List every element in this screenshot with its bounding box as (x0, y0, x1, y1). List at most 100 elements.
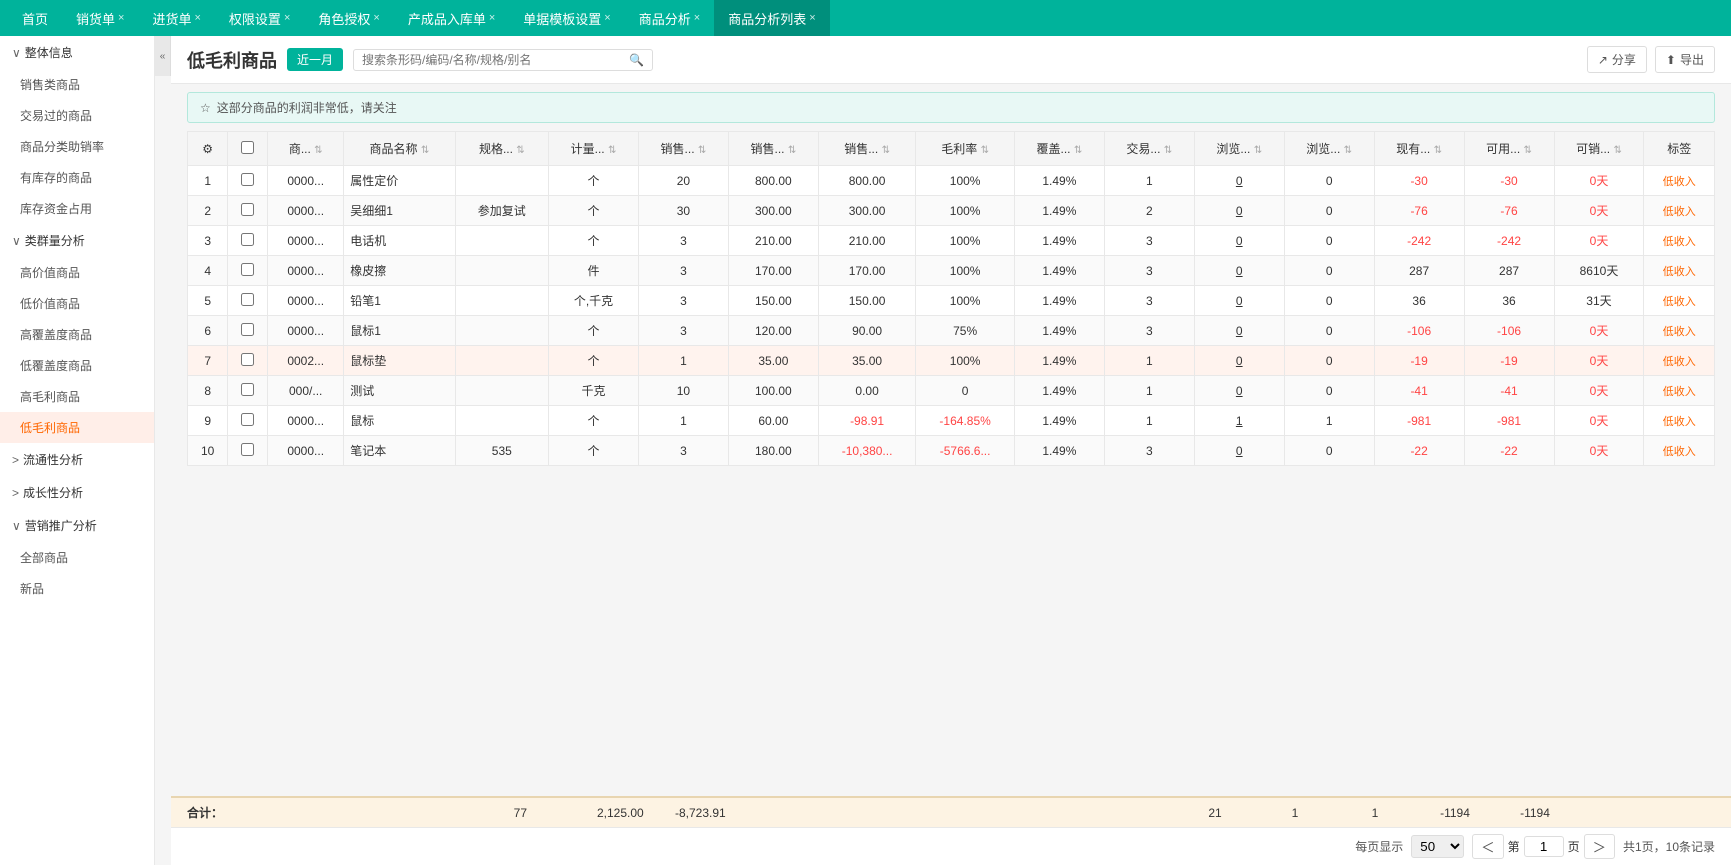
row-checkbox[interactable] (228, 196, 268, 226)
sidebar-section-marketing-title[interactable]: ∨ 营销推广分析 (0, 509, 154, 542)
row-checkbox[interactable] (228, 376, 268, 406)
row-view1[interactable]: 0 (1194, 346, 1284, 376)
sidebar-item-low-margin[interactable]: 低毛利商品 (0, 412, 154, 443)
row-view1[interactable]: 0 (1194, 286, 1284, 316)
page-size-select[interactable]: 50 20 100 (1411, 835, 1464, 858)
row-view1[interactable]: 0 (1194, 196, 1284, 226)
nav-close-template[interactable]: × (604, 12, 610, 24)
date-filter-button[interactable]: 近一月 (287, 48, 343, 71)
col-current[interactable]: 现有... ⇅ (1374, 132, 1464, 166)
row-checkbox[interactable] (228, 316, 268, 346)
col-sales-price[interactable]: 销售... ⇅ (728, 132, 818, 166)
nav-close-product-analysis-list[interactable]: × (809, 12, 815, 24)
row-sales-price: 170.00 (728, 256, 818, 286)
nav-product-analysis[interactable]: 商品分析 × (625, 0, 714, 36)
sidebar-item-sales-goods[interactable]: 销售类商品 (0, 69, 154, 100)
nav-home[interactable]: 首页 (8, 0, 62, 36)
sidebar-item-traded-goods[interactable]: 交易过的商品 (0, 100, 154, 131)
sort-icon-2: ⇅ (421, 145, 429, 156)
nav-product-entry[interactable]: 产成品入库单 × (394, 0, 509, 36)
row-view2: 0 (1284, 376, 1374, 406)
sidebar-item-new-goods[interactable]: 新品 (0, 573, 154, 604)
row-checkbox[interactable] (228, 346, 268, 376)
col-coverage[interactable]: 覆盖... ⇅ (1014, 132, 1104, 166)
col-code[interactable]: 商... ⇅ (268, 132, 344, 166)
col-saleable[interactable]: 可销... ⇅ (1554, 132, 1644, 166)
nav-close-purchase[interactable]: × (194, 12, 200, 24)
col-name[interactable]: 商品名称 ⇅ (344, 132, 455, 166)
row-select-checkbox[interactable] (241, 233, 254, 246)
row-view1[interactable]: 0 (1194, 436, 1284, 466)
col-sales-profit[interactable]: 销售... ⇅ (818, 132, 916, 166)
sidebar-item-high-margin[interactable]: 高毛利商品 (0, 381, 154, 412)
search-input[interactable] (362, 53, 629, 67)
sidebar-item-low-coverage[interactable]: 低覆盖度商品 (0, 350, 154, 381)
col-view2[interactable]: 浏览... ⇅ (1284, 132, 1374, 166)
row-name: 测试 (344, 376, 455, 406)
nav-template[interactable]: 单据模板设置 × (509, 0, 624, 36)
share-button[interactable]: ↗ 分享 (1587, 46, 1647, 73)
sidebar-section-growth-title[interactable]: > 成长性分析 (0, 476, 154, 509)
row-checkbox[interactable] (228, 286, 268, 316)
nav-permissions[interactable]: 权限设置 × (215, 0, 304, 36)
row-checkbox[interactable] (228, 226, 268, 256)
row-select-checkbox[interactable] (241, 353, 254, 366)
next-page-button[interactable]: ＞ (1584, 834, 1615, 859)
select-all-checkbox[interactable] (241, 141, 254, 154)
row-checkbox[interactable] (228, 256, 268, 286)
row-select-checkbox[interactable] (241, 293, 254, 306)
nav-close-product-entry[interactable]: × (489, 12, 495, 24)
prev-page-button[interactable]: ＜ (1472, 834, 1503, 859)
row-view1[interactable]: 0 (1194, 376, 1284, 406)
sidebar-collapse-button[interactable]: « (155, 36, 171, 76)
row-checkbox[interactable] (228, 166, 268, 196)
row-select-checkbox[interactable] (241, 263, 254, 276)
row-select-checkbox[interactable] (241, 413, 254, 426)
sidebar-section-overall-title[interactable]: ∨ 整体信息 (0, 36, 154, 69)
col-sales-qty[interactable]: 销售... ⇅ (638, 132, 728, 166)
nav-sales[interactable]: 销货单 × (62, 0, 138, 36)
row-select-checkbox[interactable] (241, 203, 254, 216)
row-select-checkbox[interactable] (241, 383, 254, 396)
row-sales-qty: 3 (638, 286, 728, 316)
nav-purchase[interactable]: 进货单 × (138, 0, 214, 36)
col-gross-rate[interactable]: 毛利率 ⇅ (916, 132, 1015, 166)
nav-role[interactable]: 角色授权 × (304, 0, 393, 36)
sidebar-section-flow-title[interactable]: > 流通性分析 (0, 443, 154, 476)
sidebar-section-cluster-title[interactable]: ∨ 类群量分析 (0, 224, 154, 257)
col-checkbox[interactable] (228, 132, 268, 166)
sidebar-item-low-value[interactable]: 低价值商品 (0, 288, 154, 319)
nav-close-permissions[interactable]: × (284, 12, 290, 24)
col-tag[interactable]: 标签 (1644, 132, 1715, 166)
row-checkbox[interactable] (228, 436, 268, 466)
row-view1[interactable]: 0 (1194, 226, 1284, 256)
row-view1[interactable]: 0 (1194, 256, 1284, 286)
row-checkbox[interactable] (228, 406, 268, 436)
sidebar-item-high-coverage[interactable]: 高覆盖度商品 (0, 319, 154, 350)
sidebar-item-all-goods[interactable]: 全部商品 (0, 542, 154, 573)
row-view1[interactable]: 0 (1194, 166, 1284, 196)
col-settings[interactable]: ⚙ (188, 132, 228, 166)
sidebar-item-category-rate[interactable]: 商品分类助销率 (0, 131, 154, 162)
row-view1[interactable]: 0 (1194, 316, 1284, 346)
page-number-input[interactable] (1524, 836, 1564, 857)
row-select-checkbox[interactable] (241, 323, 254, 336)
sidebar-item-stock-capital[interactable]: 库存资金占用 (0, 193, 154, 224)
col-available[interactable]: 可用... ⇅ (1464, 132, 1554, 166)
nav-close-role[interactable]: × (373, 12, 379, 24)
sidebar-item-high-value[interactable]: 高价值商品 (0, 257, 154, 288)
col-view1[interactable]: 浏览... ⇅ (1194, 132, 1284, 166)
export-button[interactable]: ⬆ 导出 (1655, 46, 1715, 73)
sidebar-item-in-stock[interactable]: 有库存的商品 (0, 162, 154, 193)
col-unit[interactable]: 计量... ⇅ (549, 132, 639, 166)
col-spec[interactable]: 规格... ⇅ (455, 132, 548, 166)
row-select-checkbox[interactable] (241, 173, 254, 186)
row-view2: 0 (1284, 346, 1374, 376)
col-trade[interactable]: 交易... ⇅ (1104, 132, 1194, 166)
nav-close-product-analysis[interactable]: × (694, 12, 700, 24)
sidebar-section-flow: > 流通性分析 (0, 443, 154, 476)
nav-close-sales[interactable]: × (118, 12, 124, 24)
row-view1[interactable]: 1 (1194, 406, 1284, 436)
nav-product-analysis-list[interactable]: 商品分析列表 × (714, 0, 829, 36)
row-select-checkbox[interactable] (241, 443, 254, 456)
